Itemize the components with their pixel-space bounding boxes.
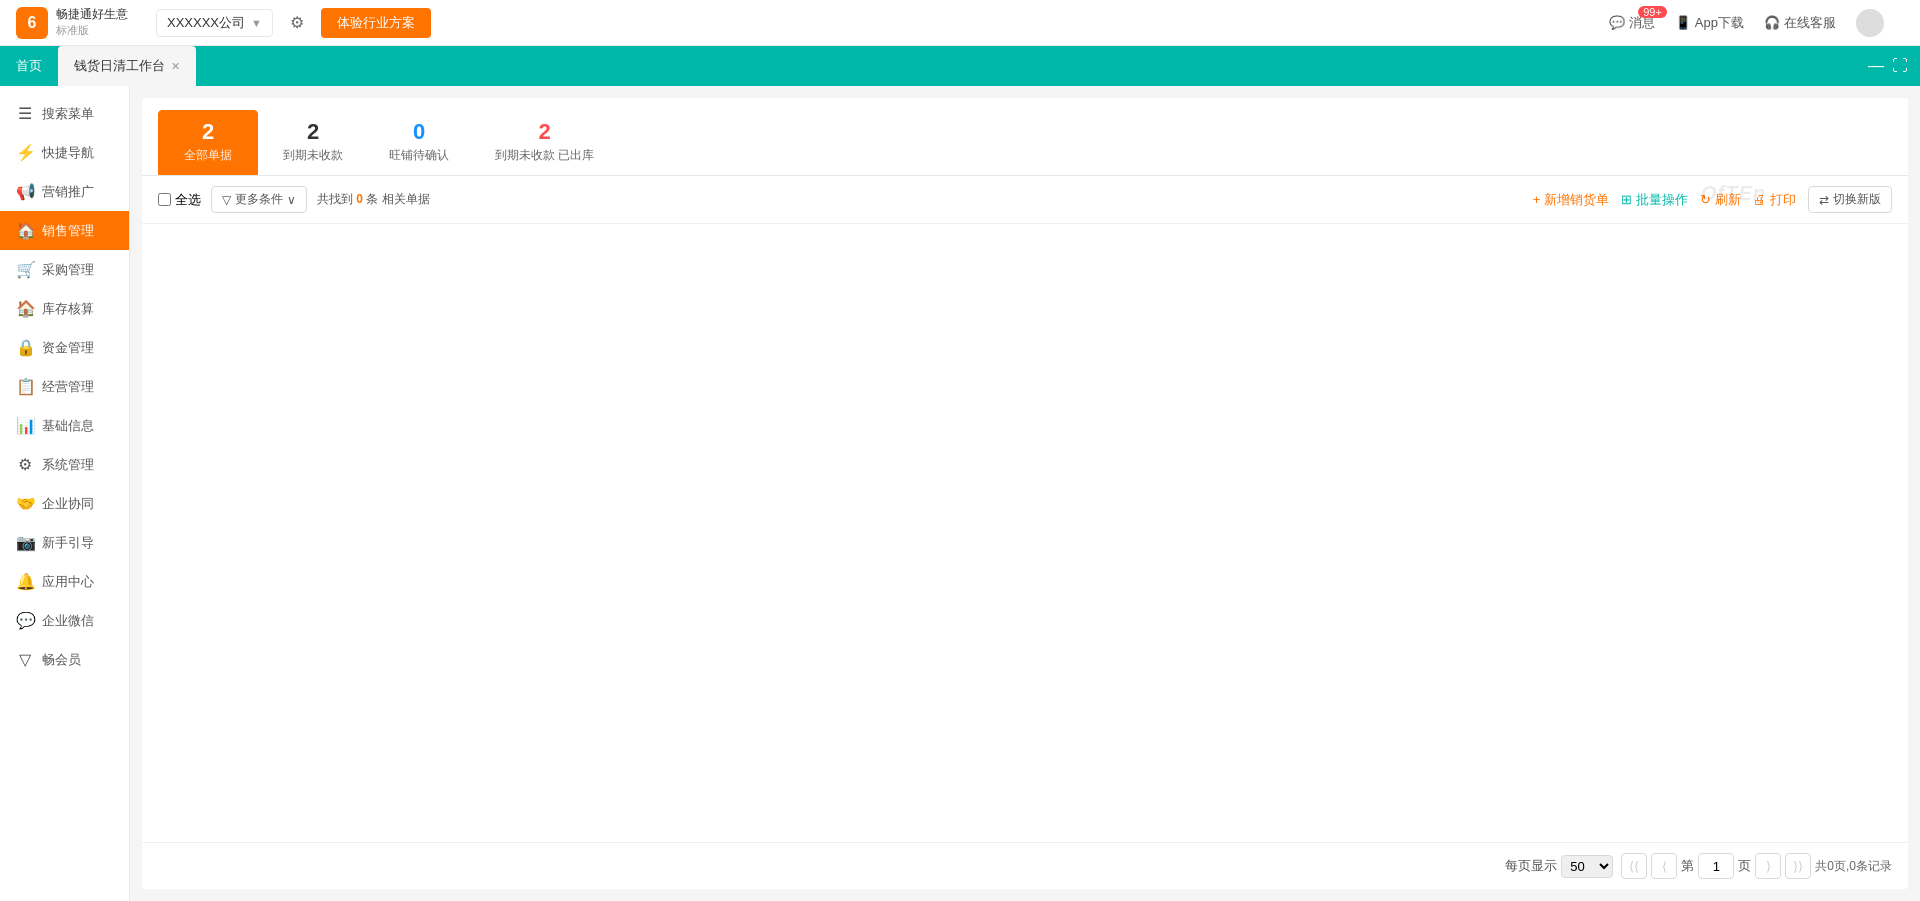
minimize-icon[interactable]: —	[1868, 57, 1884, 75]
service-icon: 🎧	[1764, 15, 1780, 30]
header-right: 💬 消息 99+ 📱 App下载 🎧 在线客服	[1609, 9, 1904, 37]
sidebar-item-apps[interactable]: 🔔 应用中心	[0, 562, 129, 601]
filter-button[interactable]: ▽ 更多条件 ∨	[211, 186, 307, 213]
sidebar-top: ☰ 搜索菜单 ⚡ 快捷导航 📢 营销推广 🏠 销售管理 🛒 采购管理 🏠 库	[0, 86, 129, 687]
apps-icon: 🔔	[16, 572, 34, 591]
switch-icon: ⇄	[1819, 193, 1829, 207]
message-badge: 99+	[1638, 6, 1667, 18]
app-download-button[interactable]: 📱 App下载	[1675, 14, 1744, 32]
basicinfo-icon: 📊	[16, 416, 34, 435]
online-service-button[interactable]: 🎧 在线客服	[1764, 14, 1836, 32]
tab-home[interactable]: 首页	[0, 46, 58, 86]
sidebar-item-member[interactable]: ▽ 畅会员	[0, 640, 129, 679]
chevron-down-icon: ∨	[287, 193, 296, 207]
header-left: 6 畅捷通好生意 标准版 XXXXXX公司 ▼ ⚙ 体验行业方案	[16, 6, 431, 38]
sidebar: ☰ 搜索菜单 ⚡ 快捷导航 📢 营销推广 🏠 销售管理 🛒 采购管理 🏠 库	[0, 86, 130, 901]
new-order-button[interactable]: + 新增销货单	[1533, 191, 1609, 209]
trial-button[interactable]: 体验行业方案	[321, 8, 431, 38]
sidebar-item-newbie[interactable]: 📷 新手引导	[0, 523, 129, 562]
status-tab-all[interactable]: 2 全部单据	[158, 110, 258, 175]
switch-version-button[interactable]: ⇄ 切换新版	[1808, 186, 1892, 213]
member-icon: ▽	[16, 650, 34, 669]
select-all-checkbox[interactable]: 全选	[158, 191, 201, 209]
maximize-icon[interactable]: ⛶	[1892, 57, 1908, 75]
sidebar-item-operations[interactable]: 📋 经营管理	[0, 367, 129, 406]
print-button[interactable]: 🖨 打印	[1753, 191, 1796, 209]
sidebar-item-inventory[interactable]: 🏠 库存核算	[0, 289, 129, 328]
sidebar-item-sales[interactable]: 🏠 销售管理	[0, 211, 129, 250]
content-panel: 2 全部单据 2 到期未收款 0 旺铺待确认 2 到期未收款 已出库	[142, 98, 1908, 889]
sidebar-item-system[interactable]: ⚙ 系统管理	[0, 445, 129, 484]
main-layout: ☰ 搜索菜单 ⚡ 快捷导航 📢 营销推广 🏠 销售管理 🛒 采购管理 🏠 库	[0, 86, 1920, 901]
all-checkbox-input[interactable]	[158, 193, 171, 206]
status-tab-pending[interactable]: 0 旺铺待确认	[368, 110, 470, 175]
sidebar-item-cooperation[interactable]: 🤝 企业协同	[0, 484, 129, 523]
logo-text: 畅捷通好生意 标准版	[56, 6, 128, 38]
message-button[interactable]: 💬 消息 99+	[1609, 14, 1655, 32]
status-tab-overdue[interactable]: 2 到期未收款	[262, 110, 364, 175]
message-icon: 💬	[1609, 15, 1625, 30]
found-text: 共找到 0 条 相关单据	[317, 191, 430, 208]
sidebar-item-finance[interactable]: 🔒 资金管理	[0, 328, 129, 367]
sidebar-item-search-menu[interactable]: ☰ 搜索菜单	[0, 94, 129, 133]
next-page-button[interactable]: ⟩	[1755, 853, 1781, 879]
purchase-icon: 🛒	[16, 260, 34, 279]
toolbar-right: + 新增销货单 ⊞ 批量操作 ↻ 刷新 🖨 打印 ⇄	[1533, 186, 1892, 213]
page-size-select-input[interactable]: 50 100 200	[1561, 855, 1613, 878]
sidebar-item-marketing[interactable]: 📢 营销推广	[0, 172, 129, 211]
logo-icon: 6	[16, 7, 48, 39]
marketing-icon: 📢	[16, 182, 34, 201]
sidebar-item-basicinfo[interactable]: 📊 基础信息	[0, 406, 129, 445]
company-selector[interactable]: XXXXXX公司 ▼	[156, 9, 273, 37]
filter-icon: ▽	[222, 193, 231, 207]
download-icon: 📱	[1675, 15, 1691, 30]
nav-tabs-bar: 首页 钱货日清工作台 ✕ — ⛶	[0, 46, 1920, 86]
empty-content-area	[142, 224, 1908, 842]
pagination-bar: 每页显示 50 100 200 ⟨⟨ ⟨ 第 页 ⟩ ⟩⟩ 共0页,0条记录	[142, 842, 1908, 889]
chevron-down-icon: ▼	[251, 17, 262, 29]
system-icon: ⚙	[16, 455, 34, 474]
first-page-button[interactable]: ⟨⟨	[1621, 853, 1647, 879]
search-menu-icon: ☰	[16, 104, 34, 123]
cooperation-icon: 🤝	[16, 494, 34, 513]
newbie-icon: 📷	[16, 533, 34, 552]
wechat-icon: 💬	[16, 611, 34, 630]
status-tab-overdue-shipped[interactable]: 2 到期未收款 已出库	[474, 110, 615, 175]
close-tab-icon[interactable]: ✕	[171, 60, 180, 73]
sidebar-item-purchase[interactable]: 🛒 采购管理	[0, 250, 129, 289]
prev-page-button[interactable]: ⟨	[1651, 853, 1677, 879]
logo-area: 6 畅捷通好生意 标准版	[16, 6, 146, 38]
finance-icon: 🔒	[16, 338, 34, 357]
batch-operation-button[interactable]: ⊞ 批量操作	[1621, 191, 1688, 209]
print-icon: 🖨	[1753, 192, 1766, 207]
inventory-icon: 🏠	[16, 299, 34, 318]
batch-icon: ⊞	[1621, 192, 1632, 207]
nav-tabs-controls: — ⛶	[1868, 57, 1920, 75]
tab-workbench[interactable]: 钱货日清工作台 ✕	[58, 46, 196, 86]
page-navigation: ⟨⟨ ⟨ 第 页 ⟩ ⟩⟩ 共0页,0条记录	[1621, 853, 1892, 879]
quick-nav-icon: ⚡	[16, 143, 34, 162]
toolbar-left: 全选 ▽ 更多条件 ∨ 共找到 0 条 相关单据	[158, 186, 1521, 213]
settings-icon[interactable]: ⚙	[283, 9, 311, 37]
sidebar-item-wechat[interactable]: 💬 企业微信	[0, 601, 129, 640]
refresh-button[interactable]: ↻ 刷新	[1700, 191, 1741, 209]
sidebar-item-quick-nav[interactable]: ⚡ 快捷导航	[0, 133, 129, 172]
toolbar: 全选 ▽ 更多条件 ∨ 共找到 0 条 相关单据	[142, 176, 1908, 224]
content-area: 2 全部单据 2 到期未收款 0 旺铺待确认 2 到期未收款 已出库	[130, 86, 1920, 901]
sales-icon: 🏠	[16, 221, 34, 240]
avatar[interactable]	[1856, 9, 1884, 37]
top-header: 6 畅捷通好生意 标准版 XXXXXX公司 ▼ ⚙ 体验行业方案 💬 消息 99…	[0, 0, 1920, 46]
last-page-button[interactable]: ⟩⟩	[1785, 853, 1811, 879]
page-size-selector: 每页显示 50 100 200	[1505, 855, 1613, 878]
refresh-icon: ↻	[1700, 192, 1711, 207]
operations-icon: 📋	[16, 377, 34, 396]
page-number-input[interactable]	[1698, 853, 1734, 879]
status-tabs: 2 全部单据 2 到期未收款 0 旺铺待确认 2 到期未收款 已出库	[142, 98, 1908, 176]
